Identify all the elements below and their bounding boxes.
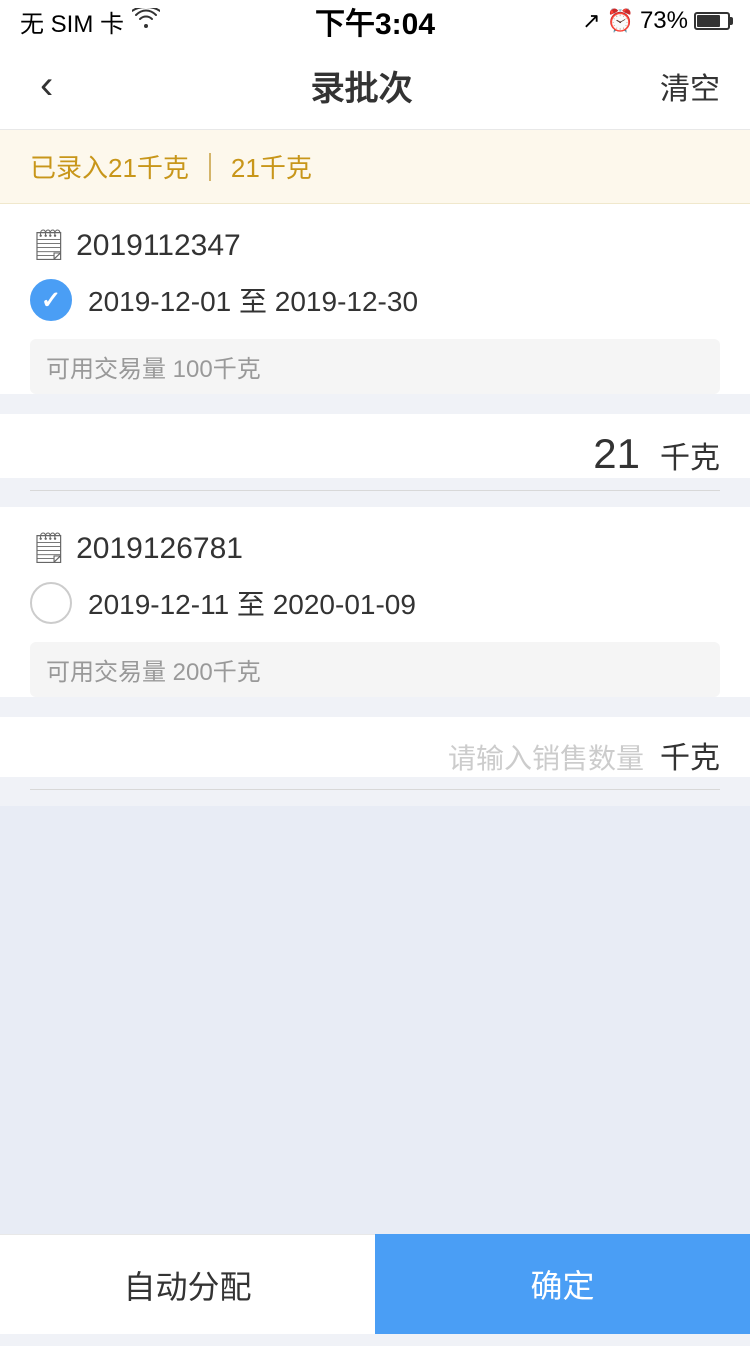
batch1-header: 🗒 2019112347 (30, 228, 720, 263)
batch1-amount-unit: 千克 (660, 433, 720, 477)
batch2-input-unit: 千克 (660, 733, 720, 777)
auto-distribute-button[interactable]: 自动分配 (0, 1234, 375, 1334)
batch2-date: 2019-12-11 至 2020-01-09 (88, 583, 416, 623)
batch2-input-row[interactable]: 请输入销售数量 千克 (0, 717, 750, 777)
doc-icon-1: 🗒 (30, 228, 68, 263)
status-left: 无 SIM 卡 (20, 4, 160, 39)
status-time: 下午3:04 (315, 0, 435, 43)
recorded-value: 21千克 (231, 148, 312, 185)
empty-area (0, 806, 750, 1246)
alarm-icon: ⏰ (607, 8, 634, 34)
card-separator-2 (0, 790, 750, 806)
doc-icon-2: 🗒 (30, 531, 68, 566)
batch2-row[interactable]: 2019-12-11 至 2020-01-09 (30, 582, 720, 624)
card-separator-1 (0, 491, 750, 507)
batch1-date: 2019-12-01 至 2019-12-30 (88, 280, 418, 320)
bottom-bar: 自动分配 确定 (0, 1234, 750, 1334)
battery-icon (694, 12, 730, 30)
info-divider (209, 153, 211, 181)
batch2-available: 可用交易量 200千克 (30, 642, 720, 697)
wifi-icon (132, 7, 160, 35)
batch2-input-placeholder: 请输入销售数量 (448, 737, 644, 777)
batch1-card: 🗒 2019112347 2019-12-01 至 2019-12-30 可用交… (0, 204, 750, 394)
clear-button[interactable]: 清空 (660, 64, 720, 108)
page-title: 录批次 (311, 61, 413, 110)
recorded-label: 已录入21千克 (30, 148, 189, 185)
back-button[interactable]: ‹ (30, 53, 63, 118)
batch2-id: 2019126781 (76, 532, 243, 566)
carrier-text: 无 SIM 卡 (20, 4, 124, 39)
info-banner: 已录入21千克 21千克 (0, 130, 750, 204)
batch1-amount-row: 21 千克 (0, 414, 750, 478)
batch2-header: 🗒 2019126781 (30, 531, 720, 566)
batch1-radio[interactable] (30, 279, 72, 321)
status-right: ↗ ⏰ 73% (582, 7, 730, 35)
batch1-id: 2019112347 (76, 229, 241, 263)
batch2-radio[interactable] (30, 582, 72, 624)
batch1-row[interactable]: 2019-12-01 至 2019-12-30 (30, 279, 720, 321)
status-bar: 无 SIM 卡 下午3:04 ↗ ⏰ 73% (0, 0, 750, 42)
nav-bar: ‹ 录批次 清空 (0, 42, 750, 130)
batch1-available: 可用交易量 100千克 (30, 339, 720, 394)
batch1-amount-value: 21 (593, 430, 640, 478)
batch2-card: 🗒 2019126781 2019-12-11 至 2020-01-09 可用交… (0, 507, 750, 697)
location-icon: ↗ (582, 8, 600, 34)
battery-text: 73% (640, 7, 688, 35)
confirm-button[interactable]: 确定 (375, 1234, 750, 1334)
